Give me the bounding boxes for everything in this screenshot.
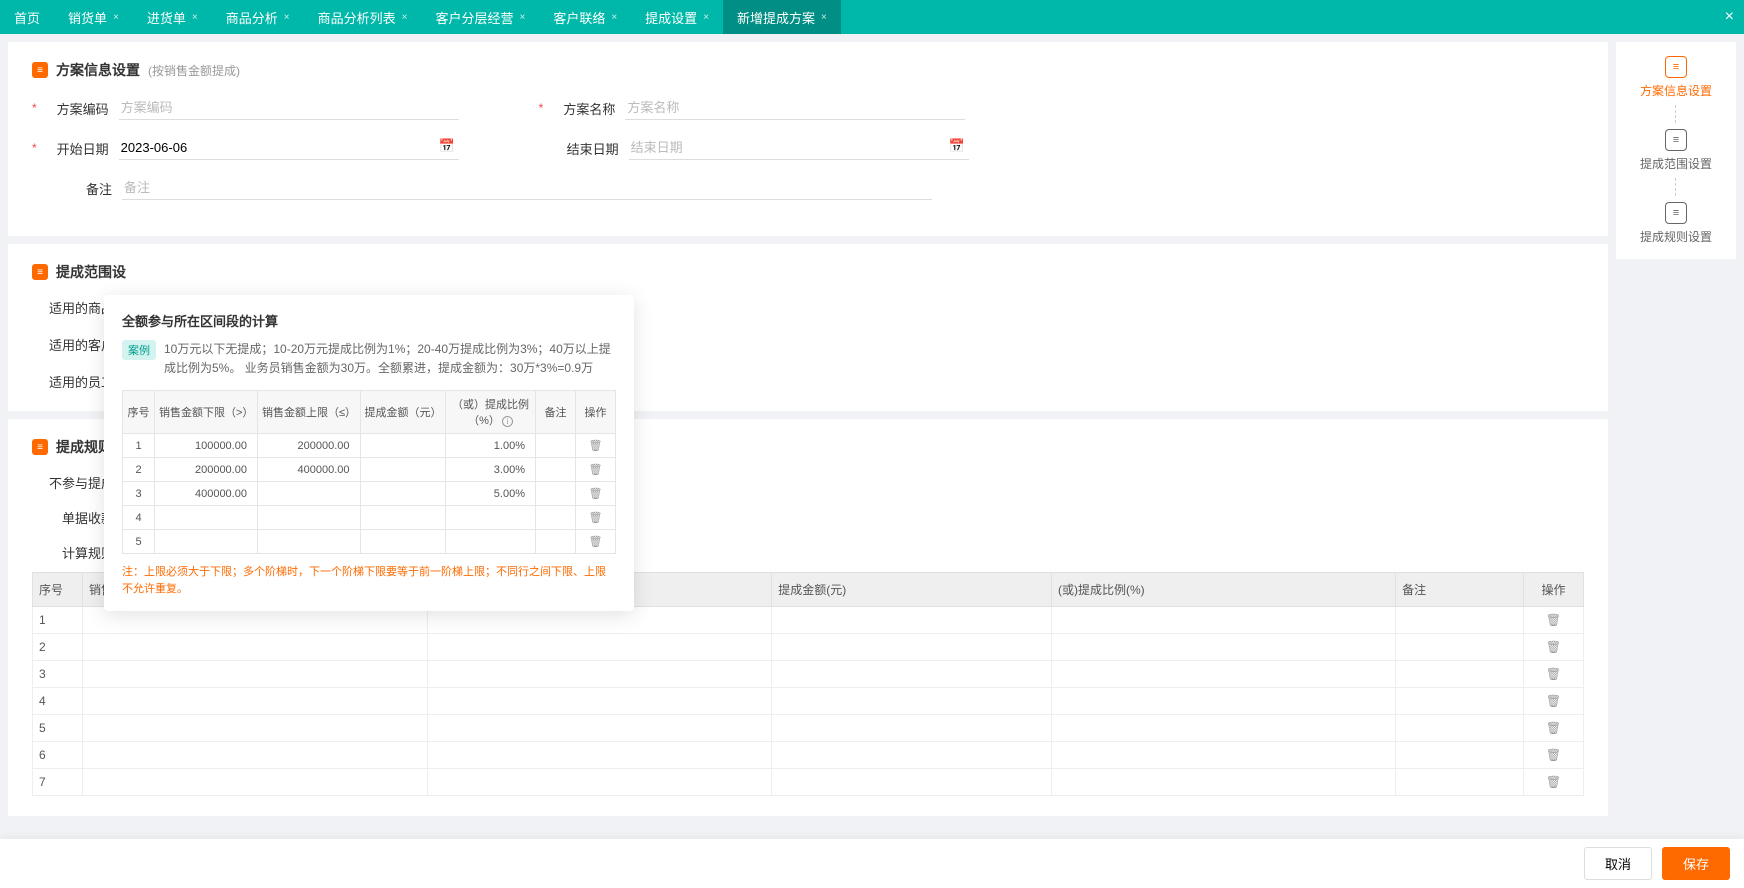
panel-title: 提成范围设 bbox=[56, 262, 126, 282]
table-row[interactable]: 5🗑 bbox=[33, 715, 1584, 742]
save-button[interactable]: 保存 bbox=[1662, 847, 1730, 880]
panel-plan-info: ≡ 方案信息设置 (按销售金额提成) * 方案编码 * 方案名称 * bbox=[8, 42, 1608, 236]
section-icon: ≡ bbox=[32, 439, 48, 455]
close-icon[interactable]: × bbox=[113, 12, 119, 23]
tab-新增提成方案[interactable]: 新增提成方案× bbox=[723, 0, 841, 34]
close-icon[interactable]: × bbox=[703, 12, 709, 23]
anchor-nav: ≡ 方案信息设置 ≡ 提成范围设置 ≡ 提成规则设置 bbox=[1616, 42, 1736, 259]
trash-icon[interactable]: 🗑 bbox=[589, 440, 603, 452]
input-plan-name[interactable] bbox=[625, 96, 965, 120]
label-applicable-staff: 适用的员工 bbox=[32, 372, 114, 391]
calendar-icon[interactable]: 📅 bbox=[438, 138, 454, 154]
nav-label: 提成规则设置 bbox=[1640, 228, 1712, 245]
cancel-button[interactable]: 取消 bbox=[1584, 847, 1652, 880]
trash-icon[interactable]: 🗑 bbox=[1546, 694, 1561, 708]
tooltip-badge: 案例 bbox=[122, 340, 156, 360]
th-amount: 提成金额(元) bbox=[772, 573, 1052, 607]
nav-item[interactable]: ≡ 提成规则设置 bbox=[1640, 202, 1712, 245]
ex-th-seq: 序号 bbox=[123, 391, 155, 434]
trash-icon[interactable]: 🗑 bbox=[1546, 748, 1561, 762]
trash-icon[interactable]: 🗑 bbox=[1546, 775, 1561, 789]
ex-th-remark: 备注 bbox=[536, 391, 576, 434]
close-icon[interactable]: × bbox=[284, 12, 290, 23]
label-exclude: 不参与提成 bbox=[32, 473, 114, 492]
label-remark: 备注 bbox=[42, 179, 112, 198]
input-end-date[interactable] bbox=[629, 136, 969, 160]
close-icon[interactable]: × bbox=[402, 12, 408, 23]
nav-label: 方案信息设置 bbox=[1640, 82, 1712, 99]
label-end-date: 结束日期 bbox=[549, 139, 619, 158]
nav-label: 提成范围设置 bbox=[1640, 155, 1712, 172]
th-action: 操作 bbox=[1524, 573, 1584, 607]
table-row[interactable]: 4🗑 bbox=[33, 688, 1584, 715]
close-icon[interactable]: × bbox=[611, 12, 617, 23]
table-row: 3400000.005.00%🗑 bbox=[123, 482, 616, 506]
trash-icon[interactable]: 🗑 bbox=[1546, 721, 1561, 735]
ex-th-amount: 提成金额（元） bbox=[360, 391, 445, 434]
tab-客户联络[interactable]: 客户联络× bbox=[539, 0, 631, 34]
ex-th-ratio: （或）提成比例（%）i bbox=[446, 391, 536, 434]
tooltip-title: 全额参与所在区间段的计算 bbox=[122, 311, 616, 330]
table-row: 4🗑 bbox=[123, 506, 616, 530]
nav-icon: ≡ bbox=[1665, 56, 1687, 78]
calendar-icon[interactable]: 📅 bbox=[948, 138, 964, 154]
close-all-tabs[interactable]: × bbox=[1725, 8, 1734, 26]
nav-icon: ≡ bbox=[1665, 202, 1687, 224]
trash-icon[interactable]: 🗑 bbox=[589, 536, 603, 548]
label-applicable-goods: 适用的商品 bbox=[32, 298, 114, 317]
input-remark[interactable] bbox=[122, 176, 932, 200]
trash-icon[interactable]: 🗑 bbox=[589, 464, 603, 476]
table-row[interactable]: 3🗑 bbox=[33, 661, 1584, 688]
ex-th-lower: 销售金额下限（>） bbox=[155, 391, 258, 434]
footer-bar: 取消 保存 bbox=[0, 839, 1744, 888]
tooltip-example: 全额参与所在区间段的计算 案例 10万元以下无提成；10-20万元提成比例为1%… bbox=[104, 295, 634, 611]
example-table: 序号 销售金额下限（>） 销售金额上限（≤） 提成金额（元） （或）提成比例（%… bbox=[122, 390, 616, 554]
input-plan-code[interactable] bbox=[119, 96, 459, 120]
trash-icon[interactable]: 🗑 bbox=[1546, 640, 1561, 654]
trash-icon[interactable]: 🗑 bbox=[1546, 613, 1561, 627]
ex-th-action: 操作 bbox=[576, 391, 616, 434]
label-applicable-customer: 适用的客户 bbox=[32, 335, 114, 354]
tooltip-note: 注：上限必须大于下限；多个阶梯时，下一个阶梯下限要等于前一阶梯上限；不同行之间下… bbox=[122, 564, 616, 597]
tab-商品分析列表[interactable]: 商品分析列表× bbox=[304, 0, 422, 34]
table-row: 2200000.00400000.003.00%🗑 bbox=[123, 458, 616, 482]
tooltip-text: 10万元以下无提成；10-20万元提成比例为1%；20-40万提成比例为3%；4… bbox=[164, 340, 616, 378]
panel-title: 方案信息设置 bbox=[56, 60, 140, 80]
table-row[interactable]: 6🗑 bbox=[33, 742, 1584, 769]
label-start-date: 开始日期 bbox=[39, 139, 109, 158]
section-icon: ≡ bbox=[32, 264, 48, 280]
tab-bar: 首页销货单×进货单×商品分析×商品分析列表×客户分层经营×客户联络×提成设置×新… bbox=[0, 0, 1744, 34]
table-row[interactable]: 7🗑 bbox=[33, 769, 1584, 796]
th-seq: 序号 bbox=[33, 573, 83, 607]
trash-icon[interactable]: 🗑 bbox=[1546, 667, 1561, 681]
tab-商品分析[interactable]: 商品分析× bbox=[212, 0, 304, 34]
nav-icon: ≡ bbox=[1665, 129, 1687, 151]
label-receipt: 单据收款 bbox=[32, 508, 114, 527]
tab-首页[interactable]: 首页 bbox=[0, 0, 54, 34]
th-ratio: (或)提成比例(%) bbox=[1052, 573, 1396, 607]
nav-item[interactable]: ≡ 方案信息设置 bbox=[1640, 56, 1712, 99]
tab-客户分层经营[interactable]: 客户分层经营× bbox=[421, 0, 539, 34]
close-icon[interactable]: × bbox=[519, 12, 525, 23]
trash-icon[interactable]: 🗑 bbox=[589, 488, 603, 500]
section-icon: ≡ bbox=[32, 62, 48, 78]
nav-item[interactable]: ≡ 提成范围设置 bbox=[1640, 129, 1712, 172]
trash-icon[interactable]: 🗑 bbox=[589, 512, 603, 524]
tab-销货单[interactable]: 销货单× bbox=[54, 0, 133, 34]
input-start-date[interactable] bbox=[119, 136, 459, 160]
tab-提成设置[interactable]: 提成设置× bbox=[631, 0, 723, 34]
close-icon[interactable]: × bbox=[821, 12, 827, 23]
label-plan-code: 方案编码 bbox=[39, 99, 109, 118]
table-row: 1100000.00200000.001.00%🗑 bbox=[123, 434, 616, 458]
tab-进货单[interactable]: 进货单× bbox=[133, 0, 212, 34]
panel-subtitle: (按销售金额提成) bbox=[148, 62, 240, 79]
table-row[interactable]: 2🗑 bbox=[33, 634, 1584, 661]
label-plan-name: 方案名称 bbox=[545, 99, 615, 118]
label-calc-rule: 计算规则 bbox=[32, 543, 114, 562]
close-icon[interactable]: × bbox=[192, 12, 198, 23]
th-remark: 备注 bbox=[1396, 573, 1524, 607]
ex-th-upper: 销售金额上限（≤） bbox=[257, 391, 360, 434]
table-row: 5🗑 bbox=[123, 530, 616, 554]
info-icon[interactable]: i bbox=[502, 416, 513, 427]
